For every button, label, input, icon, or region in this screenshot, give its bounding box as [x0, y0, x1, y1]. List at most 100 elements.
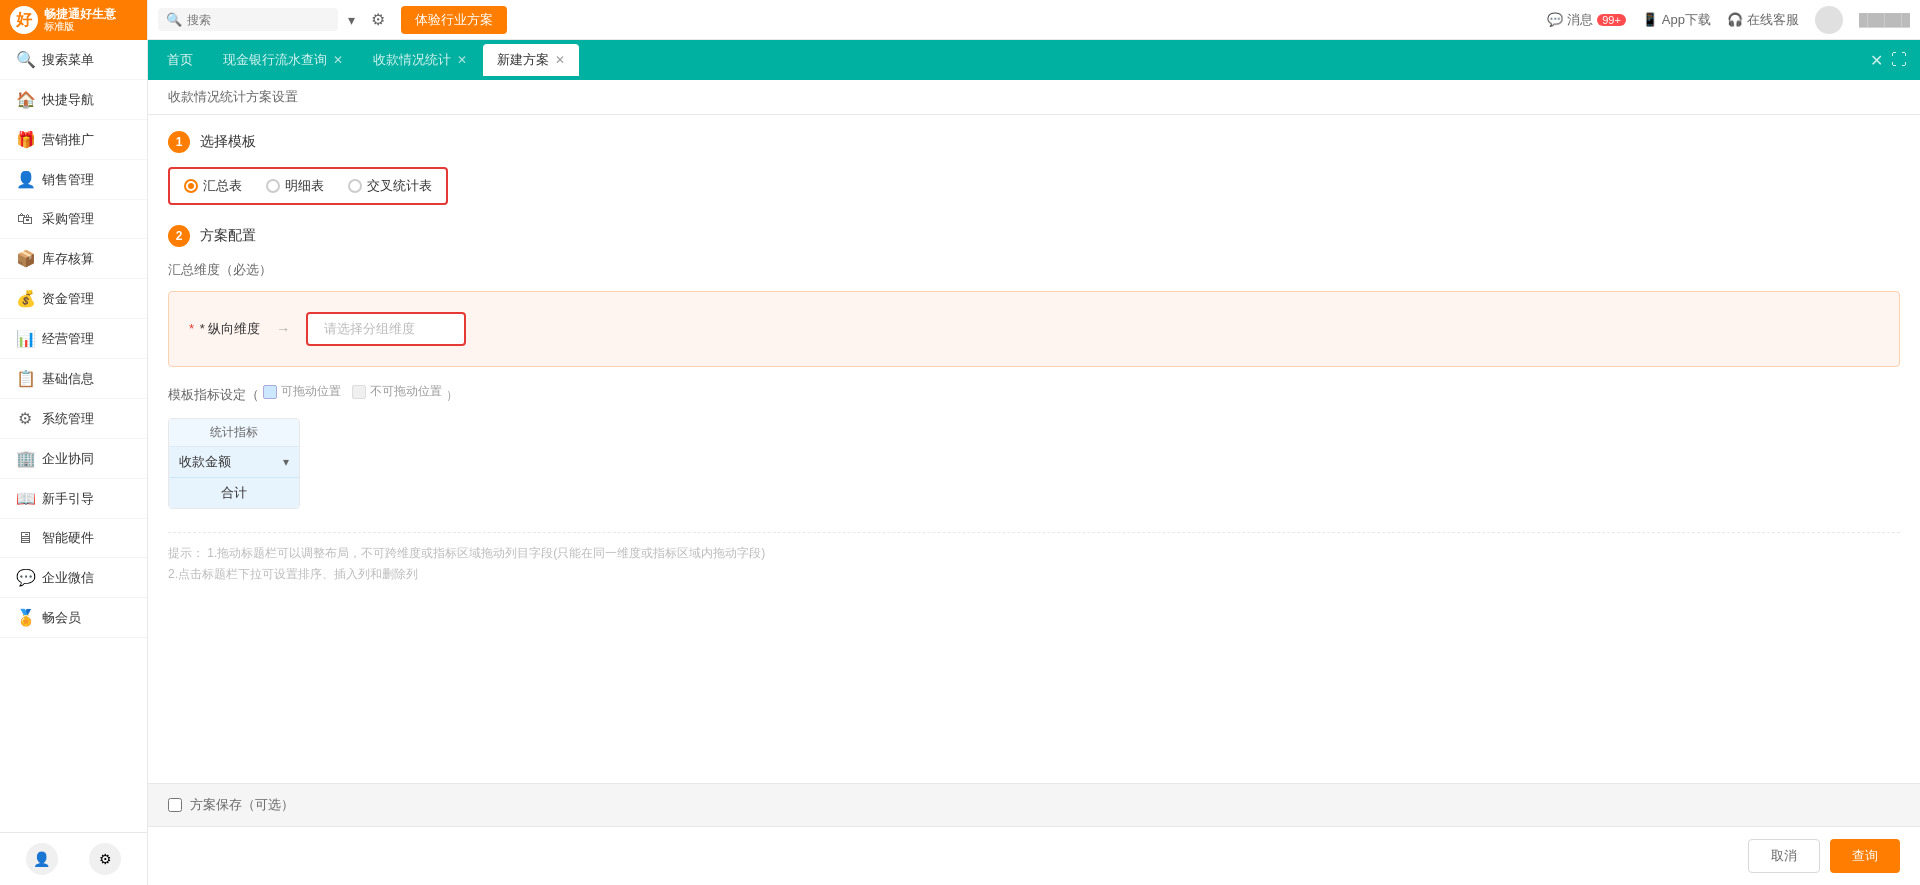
download-icon: 📱 — [1642, 12, 1658, 27]
radio-summary-circle — [184, 179, 198, 193]
save-label: 方案保存（可选） — [190, 796, 294, 814]
radio-detail-circle — [266, 179, 280, 193]
page-body: 1 选择模板 汇总表 明细表 交叉统计表 — [148, 115, 1920, 783]
tabbar: 首页 现金银行流水查询 ✕ 收款情况统计 ✕ 新建方案 ✕ ✕ ⛶ — [148, 40, 1920, 80]
indicators-section: 模板指标设定（ 可拖动位置 不可拖动位置 ） 统计指标 — [168, 383, 1900, 512]
logo-text: 畅捷通好生意 标准版 — [44, 7, 116, 33]
monitor-icon: 🖥 — [16, 529, 34, 547]
step1-badge: 1 — [168, 131, 190, 153]
sidebar-item-system[interactable]: ⚙ 系统管理 — [0, 399, 147, 439]
footer: 取消 查询 — [148, 826, 1920, 885]
user-icon: 👤 — [16, 170, 34, 189]
sidebar-item-marketing[interactable]: 🎁 营销推广 — [0, 120, 147, 160]
box-icon: 📦 — [16, 249, 34, 268]
dimension-select[interactable]: 请选择分组维度 — [306, 312, 466, 346]
tab-bank-flow-close-icon[interactable]: ✕ — [333, 53, 343, 67]
search-magnifier-icon: 🔍 — [166, 12, 182, 27]
dimension-row: * * 纵向维度 → 请选择分组维度 — [189, 312, 1879, 346]
hint-section: 提示： 1.拖动标题栏可以调整布局，不可跨维度或指标区域拖动列目字段(只能在同一… — [168, 532, 1900, 583]
save-checkbox[interactable] — [168, 798, 182, 812]
bag-icon: 🛍 — [16, 210, 34, 228]
username-label: ██████ — [1859, 13, 1910, 27]
chart-icon: 📊 — [16, 329, 34, 348]
sidebar-item-inventory[interactable]: 📦 库存核算 — [0, 239, 147, 279]
indicators-total-cell: 合计 — [169, 478, 299, 508]
sidebar-bottom-icon2[interactable]: ⚙ — [89, 843, 121, 875]
hint-item-1: 提示： 1.拖动标题栏可以调整布局，不可跨维度或指标区域拖动列目字段(只能在同一… — [168, 545, 1900, 562]
message-button[interactable]: 💬 消息 99+ — [1547, 11, 1626, 29]
tab-collection-stats[interactable]: 收款情况统计 ✕ — [359, 44, 481, 76]
home-icon: 🏠 — [16, 90, 34, 109]
logo: 好 畅捷通好生意 标准版 — [0, 0, 147, 40]
chat-icon: 💬 — [16, 568, 34, 587]
radio-cross-circle — [348, 179, 362, 193]
search-box[interactable]: 🔍 — [158, 8, 338, 31]
vertical-dimension-label: * * 纵向维度 — [189, 320, 260, 338]
gear-icon: ⚙ — [16, 409, 34, 428]
sidebar-item-purchase[interactable]: 🛍 采购管理 — [0, 200, 147, 239]
step2-title: 方案配置 — [200, 227, 256, 245]
sidebar-bottom: 👤 ⚙ — [0, 832, 147, 885]
search-input[interactable] — [187, 13, 327, 27]
message-icon: 💬 — [1547, 12, 1563, 27]
save-section: 方案保存（可选） — [148, 783, 1920, 826]
dimension-area: * * 纵向维度 → 请选择分组维度 — [168, 291, 1900, 367]
step2-header: 2 方案配置 — [168, 225, 1900, 247]
sidebar-item-operations[interactable]: 📊 经营管理 — [0, 319, 147, 359]
search-dropdown-icon[interactable]: ▾ — [348, 12, 355, 28]
sidebar-item-enterprise[interactable]: 🏢 企业协同 — [0, 439, 147, 479]
tab-new-plan-close-icon[interactable]: ✕ — [555, 53, 565, 67]
content-area: 收款情况统计方案设置 1 选择模板 汇总表 明细表 — [148, 80, 1920, 885]
sidebar-item-sales[interactable]: 👤 销售管理 — [0, 160, 147, 200]
service-icon: 🎧 — [1727, 12, 1743, 27]
main-area: 🔍 ▾ ⚙ 体验行业方案 💬 消息 99+ 📱 App下载 🎧 在线客服 ███… — [148, 0, 1920, 885]
sidebar-item-finance[interactable]: 💰 资金管理 — [0, 279, 147, 319]
sidebar-item-search-menu[interactable]: 🔍 搜索菜单 — [0, 40, 147, 80]
sidebar-item-hardware[interactable]: 🖥 智能硬件 — [0, 519, 147, 558]
sidebar: 好 畅捷通好生意 标准版 🔍 搜索菜单 🏠 快捷导航 🎁 营销推广 👤 销售管理… — [0, 0, 148, 885]
app-download-button[interactable]: 📱 App下载 — [1642, 11, 1711, 29]
tab-collection-stats-close-icon[interactable]: ✕ — [457, 53, 467, 67]
tab-bank-flow[interactable]: 现金银行流水查询 ✕ — [209, 44, 357, 76]
sidebar-item-member[interactable]: 🏅 畅会员 — [0, 598, 147, 638]
indicators-amount-cell[interactable]: 收款金额 ▾ — [169, 447, 299, 478]
tab-maximize-icon[interactable]: ⛶ — [1891, 51, 1907, 69]
industry-plan-button[interactable]: 体验行业方案 — [401, 6, 507, 34]
book-icon: 📖 — [16, 489, 34, 508]
sidebar-item-guide[interactable]: 📖 新手引导 — [0, 479, 147, 519]
indicators-table: 统计指标 收款金额 ▾ 合计 — [168, 418, 300, 509]
clipboard-icon: 📋 — [16, 369, 34, 388]
hint-item-2: 2.点击标题栏下拉可设置排序、插入列和删除列 — [168, 566, 1900, 583]
page-breadcrumb: 收款情况统计方案设置 — [148, 80, 1920, 115]
step1-header: 1 选择模板 — [168, 131, 1900, 153]
step1-section: 1 选择模板 汇总表 明细表 交叉统计表 — [168, 131, 1900, 205]
sidebar-bottom-icon1[interactable]: 👤 — [26, 843, 58, 875]
step2-badge: 2 — [168, 225, 190, 247]
cancel-button[interactable]: 取消 — [1748, 839, 1820, 873]
template-option-detail[interactable]: 明细表 — [266, 177, 324, 195]
medal-icon: 🏅 — [16, 608, 34, 627]
template-option-cross[interactable]: 交叉统计表 — [348, 177, 432, 195]
template-options: 汇总表 明细表 交叉统计表 — [168, 167, 448, 205]
gift-icon: 🎁 — [16, 130, 34, 149]
indicators-dropdown-icon[interactable]: ▾ — [283, 455, 289, 469]
logo-icon: 好 — [10, 6, 38, 34]
online-service-button[interactable]: 🎧 在线客服 — [1727, 11, 1799, 29]
topbar-right: 💬 消息 99+ 📱 App下载 🎧 在线客服 ██████ — [1547, 6, 1910, 34]
tab-close-all-icon[interactable]: ✕ — [1870, 51, 1883, 70]
topbar: 🔍 ▾ ⚙ 体验行业方案 💬 消息 99+ 📱 App下载 🎧 在线客服 ███… — [148, 0, 1920, 40]
user-avatar[interactable] — [1815, 6, 1843, 34]
settings-gear-icon[interactable]: ⚙ — [371, 10, 385, 29]
sidebar-item-basic-info[interactable]: 📋 基础信息 — [0, 359, 147, 399]
step2-section: 2 方案配置 汇总维度（必选） * * 纵向维度 → 请选择分组维度 — [168, 225, 1900, 583]
sidebar-item-wechat[interactable]: 💬 企业微信 — [0, 558, 147, 598]
indicators-group-header: 统计指标 — [169, 419, 299, 447]
tab-home[interactable]: 首页 — [153, 44, 207, 76]
sidebar-item-quick-nav[interactable]: 🏠 快捷导航 — [0, 80, 147, 120]
tab-new-plan[interactable]: 新建方案 ✕ — [483, 44, 579, 76]
template-option-summary[interactable]: 汇总表 — [184, 177, 242, 195]
indicators-header: 模板指标设定（ 可拖动位置 不可拖动位置 ） — [168, 383, 1900, 404]
query-button[interactable]: 查询 — [1830, 839, 1900, 873]
building-icon: 🏢 — [16, 449, 34, 468]
arrow-icon: → — [276, 321, 290, 337]
